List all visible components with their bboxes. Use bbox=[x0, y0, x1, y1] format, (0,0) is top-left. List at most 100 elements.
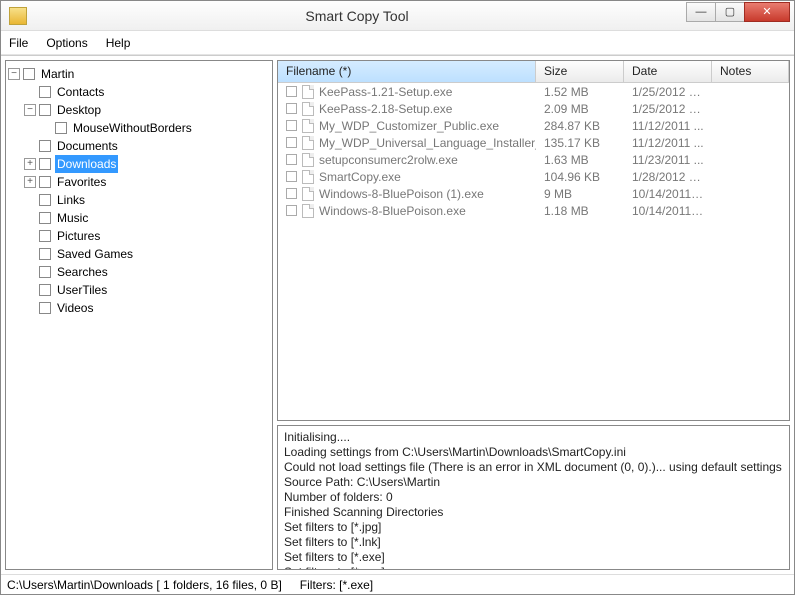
menu-file[interactable]: File bbox=[9, 36, 28, 50]
file-row[interactable]: Windows-8-BluePoison.exe1.18 MB10/14/201… bbox=[278, 202, 789, 219]
column-headers: Filename (*) Size Date Notes bbox=[278, 61, 789, 83]
tree-node[interactable]: −Desktop bbox=[24, 101, 272, 119]
tree-node[interactable]: Videos bbox=[24, 299, 272, 317]
file-name: My_WDP_Universal_Language_Installer_Publ… bbox=[319, 136, 536, 150]
file-row[interactable]: My_WDP_Customizer_Public.exe284.87 KB11/… bbox=[278, 117, 789, 134]
checkbox[interactable] bbox=[39, 302, 51, 314]
tree-label: Saved Games bbox=[55, 245, 135, 263]
app-icon bbox=[9, 7, 27, 25]
spacer bbox=[24, 230, 36, 242]
checkbox[interactable] bbox=[39, 230, 51, 242]
log-line: Set filters to [*.exe] bbox=[284, 550, 783, 565]
close-button[interactable]: ✕ bbox=[744, 2, 790, 22]
checkbox[interactable] bbox=[286, 188, 297, 199]
file-icon bbox=[302, 187, 314, 201]
window-title: Smart Copy Tool bbox=[27, 8, 687, 24]
tree-node[interactable]: Pictures bbox=[24, 227, 272, 245]
file-row[interactable]: Windows-8-BluePoison (1).exe9 MB10/14/20… bbox=[278, 185, 789, 202]
spacer bbox=[24, 194, 36, 206]
file-row[interactable]: SmartCopy.exe104.96 KB1/28/2012 1... bbox=[278, 168, 789, 185]
checkbox[interactable] bbox=[39, 104, 51, 116]
tree-node[interactable]: Saved Games bbox=[24, 245, 272, 263]
file-list[interactable]: Filename (*) Size Date Notes KeePass-1.2… bbox=[277, 60, 790, 421]
log-line: Source Path: C:\Users\Martin bbox=[284, 475, 783, 490]
log-line: Loading settings from C:\Users\Martin\Do… bbox=[284, 445, 783, 460]
checkbox[interactable] bbox=[39, 194, 51, 206]
checkbox[interactable] bbox=[55, 122, 67, 134]
spacer bbox=[24, 302, 36, 314]
column-date[interactable]: Date bbox=[624, 61, 712, 82]
checkbox[interactable] bbox=[286, 86, 297, 97]
column-notes[interactable]: Notes bbox=[712, 61, 789, 82]
tree-node[interactable]: UserTiles bbox=[24, 281, 272, 299]
checkbox[interactable] bbox=[286, 137, 297, 148]
column-size[interactable]: Size bbox=[536, 61, 624, 82]
file-date: 10/14/2011 ... bbox=[624, 187, 712, 201]
file-icon bbox=[302, 119, 314, 133]
tree-node[interactable]: Links bbox=[24, 191, 272, 209]
checkbox[interactable] bbox=[286, 171, 297, 182]
file-size: 1.63 MB bbox=[536, 153, 624, 167]
checkbox[interactable] bbox=[39, 284, 51, 296]
checkbox[interactable] bbox=[39, 212, 51, 224]
log-line: Set filters to [*.jpg] bbox=[284, 520, 783, 535]
log-line: Number of folders: 0 bbox=[284, 490, 783, 505]
main-area: − MartinContacts−DesktopMouseWithoutBorde… bbox=[1, 55, 794, 574]
checkbox[interactable] bbox=[39, 140, 51, 152]
tree-node[interactable]: Contacts bbox=[24, 83, 272, 101]
tree-label: Links bbox=[55, 191, 87, 209]
tree-label: Martin bbox=[39, 65, 76, 83]
tree-node[interactable]: Music bbox=[24, 209, 272, 227]
title-bar: Smart Copy Tool — ▢ ✕ bbox=[1, 1, 794, 31]
checkbox[interactable] bbox=[286, 120, 297, 131]
checkbox[interactable] bbox=[39, 248, 51, 260]
spacer bbox=[24, 284, 36, 296]
menu-help[interactable]: Help bbox=[106, 36, 131, 50]
expand-icon[interactable]: + bbox=[24, 158, 36, 170]
checkbox[interactable] bbox=[39, 176, 51, 188]
log-line: Finished Scanning Directories bbox=[284, 505, 783, 520]
file-name: Windows-8-BluePoison (1).exe bbox=[319, 187, 484, 201]
menu-options[interactable]: Options bbox=[46, 36, 87, 50]
tree-root-node[interactable]: − Martin bbox=[8, 65, 272, 83]
file-icon bbox=[302, 85, 314, 99]
status-path: C:\Users\Martin\Downloads [ 1 folders, 1… bbox=[7, 578, 282, 592]
status-bar: C:\Users\Martin\Downloads [ 1 folders, 1… bbox=[1, 574, 794, 594]
file-row[interactable]: My_WDP_Universal_Language_Installer_Publ… bbox=[278, 134, 789, 151]
file-size: 1.18 MB bbox=[536, 204, 624, 218]
checkbox[interactable] bbox=[286, 154, 297, 165]
column-filename[interactable]: Filename (*) bbox=[278, 61, 536, 82]
file-icon bbox=[302, 136, 314, 150]
file-row[interactable]: setupconsumerc2rolw.exe1.63 MB11/23/2011… bbox=[278, 151, 789, 168]
maximize-button[interactable]: ▢ bbox=[715, 2, 745, 22]
collapse-icon[interactable]: − bbox=[8, 68, 20, 80]
tree-node[interactable]: +Favorites bbox=[24, 173, 272, 191]
tree-label: MouseWithoutBorders bbox=[71, 119, 194, 137]
log-panel[interactable]: Initialising....Loading settings from C:… bbox=[277, 425, 790, 570]
file-row[interactable]: KeePass-1.21-Setup.exe1.52 MB1/25/2012 9… bbox=[278, 83, 789, 100]
file-date: 1/28/2012 1... bbox=[624, 170, 712, 184]
tree-node[interactable]: +Downloads bbox=[24, 155, 272, 173]
tree-node[interactable]: MouseWithoutBorders bbox=[40, 119, 272, 137]
checkbox[interactable] bbox=[39, 86, 51, 98]
minimize-button[interactable]: — bbox=[686, 2, 716, 22]
file-name: SmartCopy.exe bbox=[319, 170, 401, 184]
right-pane: Filename (*) Size Date Notes KeePass-1.2… bbox=[277, 60, 790, 570]
tree-node[interactable]: Documents bbox=[24, 137, 272, 155]
folder-tree[interactable]: − MartinContacts−DesktopMouseWithoutBorde… bbox=[5, 60, 273, 570]
file-date: 11/12/2011 ... bbox=[624, 119, 712, 133]
collapse-icon[interactable]: − bbox=[24, 104, 36, 116]
file-icon bbox=[302, 170, 314, 184]
checkbox[interactable] bbox=[23, 68, 35, 80]
file-row[interactable]: KeePass-2.18-Setup.exe2.09 MB1/25/2012 1… bbox=[278, 100, 789, 117]
checkbox[interactable] bbox=[39, 266, 51, 278]
tree-label: Contacts bbox=[55, 83, 106, 101]
tree-label: Pictures bbox=[55, 227, 102, 245]
checkbox[interactable] bbox=[39, 158, 51, 170]
checkbox[interactable] bbox=[286, 205, 297, 216]
tree-node[interactable]: Searches bbox=[24, 263, 272, 281]
expand-icon[interactable]: + bbox=[24, 176, 36, 188]
tree-label: Videos bbox=[55, 299, 95, 317]
checkbox[interactable] bbox=[286, 103, 297, 114]
file-name: KeePass-2.18-Setup.exe bbox=[319, 102, 452, 116]
